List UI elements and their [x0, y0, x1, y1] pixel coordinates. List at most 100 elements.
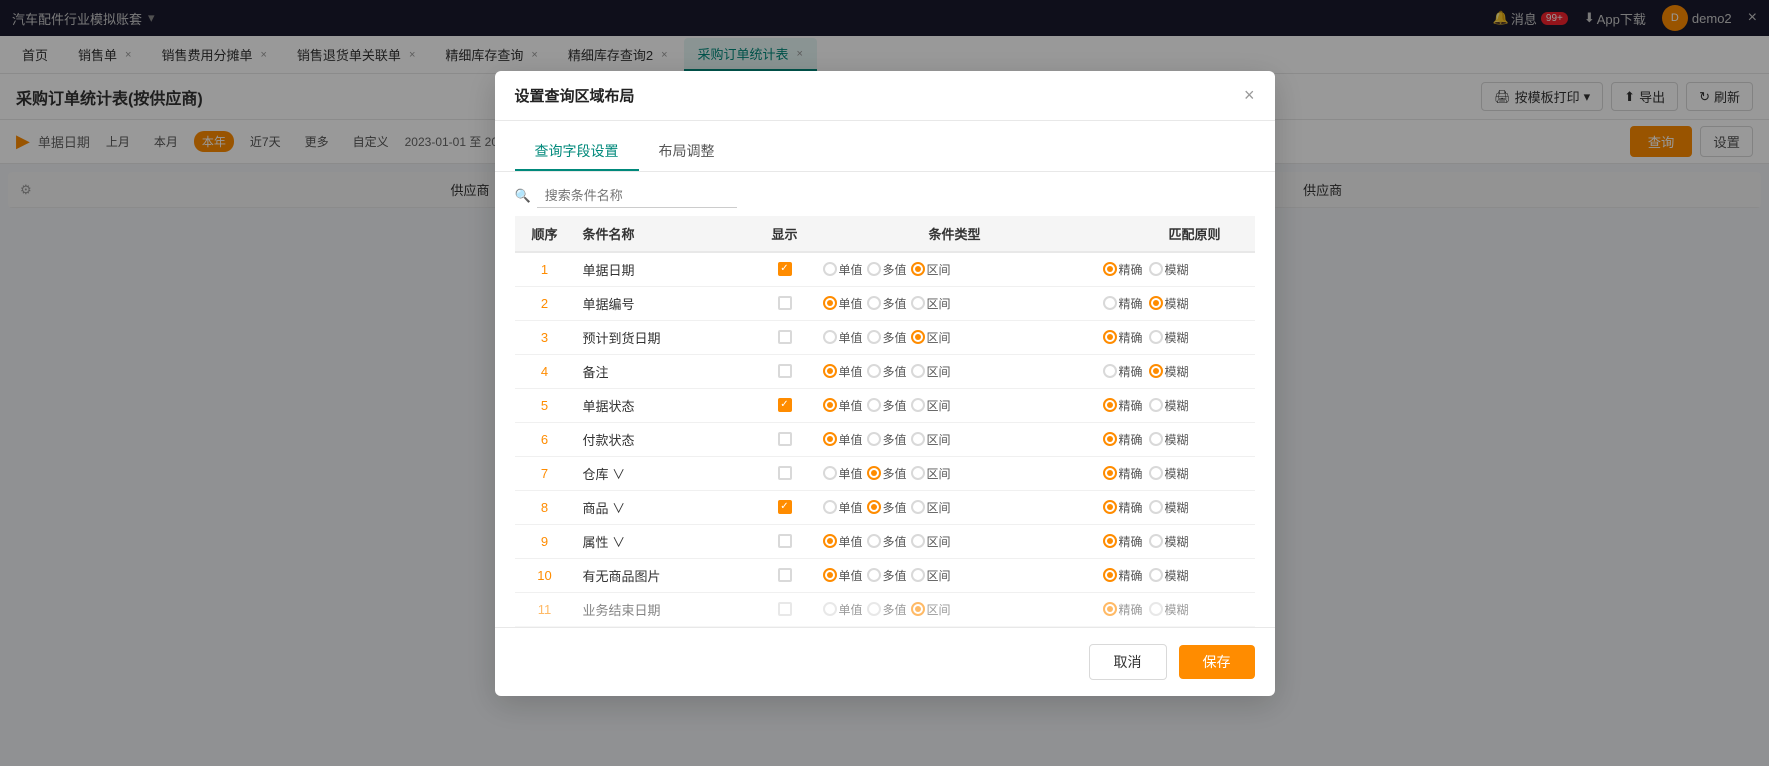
match-exact[interactable]: 精确 — [1103, 499, 1143, 516]
match-fuzzy[interactable]: 模糊 — [1149, 431, 1189, 448]
match-exact[interactable]: 精确 — [1103, 363, 1143, 380]
type-single[interactable]: 单值 — [823, 601, 863, 618]
table-row: 1 单据日期 单值 多值 区间 精确 — [515, 253, 1255, 287]
type-single[interactable]: 单值 — [823, 533, 863, 550]
type-single[interactable]: 单值 — [823, 465, 863, 482]
type-multi[interactable]: 多值 — [867, 431, 907, 448]
display-checkbox[interactable] — [778, 398, 792, 412]
radio-multi-icon — [867, 398, 881, 412]
tab-layout-adjust[interactable]: 布局调整 — [639, 133, 735, 171]
display-checkbox[interactable] — [778, 364, 792, 378]
type-range[interactable]: 区间 — [911, 533, 951, 550]
match-exact[interactable]: 精确 — [1103, 567, 1143, 584]
row-type: 单值 多值 区间 — [815, 329, 1095, 346]
match-exact[interactable]: 精确 — [1103, 295, 1143, 312]
radio-exact-icon — [1103, 466, 1117, 480]
row-match: 精确 模糊 — [1095, 533, 1255, 550]
radio-single-icon — [823, 296, 837, 310]
type-range[interactable]: 区间 — [911, 465, 951, 482]
match-exact[interactable]: 精确 — [1103, 601, 1143, 618]
match-fuzzy[interactable]: 模糊 — [1149, 533, 1189, 550]
type-range[interactable]: 区间 — [911, 329, 951, 346]
match-exact[interactable]: 精确 — [1103, 261, 1143, 278]
match-exact[interactable]: 精确 — [1103, 533, 1143, 550]
type-multi[interactable]: 多值 — [867, 363, 907, 380]
radio-fuzzy-icon — [1149, 534, 1163, 548]
display-checkbox[interactable] — [778, 534, 792, 548]
match-exact[interactable]: 精确 — [1103, 465, 1143, 482]
match-exact[interactable]: 精确 — [1103, 329, 1143, 346]
row-display — [755, 534, 815, 548]
table-row: 9 属性 ∨ 单值 多值 区间 精确 — [515, 525, 1255, 559]
display-checkbox[interactable] — [778, 568, 792, 582]
tab-query-fields[interactable]: 查询字段设置 — [515, 133, 639, 171]
type-single[interactable]: 单值 — [823, 261, 863, 278]
match-fuzzy[interactable]: 模糊 — [1149, 499, 1189, 516]
type-range[interactable]: 区间 — [911, 567, 951, 584]
type-multi[interactable]: 多值 — [867, 261, 907, 278]
row-match: 精确 模糊 — [1095, 465, 1255, 482]
match-fuzzy[interactable]: 模糊 — [1149, 363, 1189, 380]
display-checkbox[interactable] — [778, 466, 792, 480]
type-range[interactable]: 区间 — [911, 431, 951, 448]
row-type: 单值 多值 区间 — [815, 295, 1095, 312]
type-multi[interactable]: 多值 — [867, 567, 907, 584]
radio-fuzzy-icon — [1149, 364, 1163, 378]
type-single[interactable]: 单值 — [823, 363, 863, 380]
row-match: 精确 模糊 — [1095, 329, 1255, 346]
type-range[interactable]: 区间 — [911, 499, 951, 516]
type-single[interactable]: 单值 — [823, 567, 863, 584]
row-name: 业务结束日期 — [575, 600, 755, 619]
display-checkbox[interactable] — [778, 262, 792, 276]
dialog-title: 设置查询区域布局 — [515, 85, 635, 106]
cancel-button[interactable]: 取消 — [1089, 644, 1167, 680]
type-range[interactable]: 区间 — [911, 601, 951, 618]
match-exact[interactable]: 精确 — [1103, 397, 1143, 414]
type-single[interactable]: 单值 — [823, 431, 863, 448]
match-exact[interactable]: 精确 — [1103, 431, 1143, 448]
row-name: 预计到货日期 — [575, 328, 755, 347]
type-single[interactable]: 单值 — [823, 329, 863, 346]
display-checkbox[interactable] — [778, 432, 792, 446]
display-checkbox[interactable] — [778, 296, 792, 310]
radio-single-icon — [823, 602, 837, 616]
match-fuzzy[interactable]: 模糊 — [1149, 261, 1189, 278]
type-range[interactable]: 区间 — [911, 295, 951, 312]
table-row: 7 仓库 ∨ 单值 多值 区间 精确 — [515, 457, 1255, 491]
row-type: 单值 多值 区间 — [815, 363, 1095, 380]
row-type: 单值 多值 区间 — [815, 431, 1095, 448]
radio-multi-icon — [867, 500, 881, 514]
match-fuzzy[interactable]: 模糊 — [1149, 465, 1189, 482]
display-checkbox[interactable] — [778, 602, 792, 616]
match-fuzzy[interactable]: 模糊 — [1149, 329, 1189, 346]
type-multi[interactable]: 多值 — [867, 465, 907, 482]
radio-single-icon — [823, 364, 837, 378]
type-multi[interactable]: 多值 — [867, 499, 907, 516]
radio-fuzzy-icon — [1149, 296, 1163, 310]
type-single[interactable]: 单值 — [823, 499, 863, 516]
display-checkbox[interactable] — [778, 330, 792, 344]
match-fuzzy[interactable]: 模糊 — [1149, 295, 1189, 312]
radio-multi-icon — [867, 262, 881, 276]
type-single[interactable]: 单值 — [823, 295, 863, 312]
type-multi[interactable]: 多值 — [867, 295, 907, 312]
match-fuzzy[interactable]: 模糊 — [1149, 567, 1189, 584]
display-checkbox[interactable] — [778, 500, 792, 514]
type-range[interactable]: 区间 — [911, 261, 951, 278]
radio-range-icon — [911, 500, 925, 514]
type-single[interactable]: 单值 — [823, 397, 863, 414]
type-multi[interactable]: 多值 — [867, 397, 907, 414]
radio-single-icon — [823, 466, 837, 480]
dialog-close-icon[interactable]: × — [1244, 85, 1255, 106]
match-fuzzy[interactable]: 模糊 — [1149, 601, 1189, 618]
type-multi[interactable]: 多值 — [867, 533, 907, 550]
match-fuzzy[interactable]: 模糊 — [1149, 397, 1189, 414]
search-input[interactable] — [537, 184, 737, 208]
type-multi[interactable]: 多值 — [867, 329, 907, 346]
type-range[interactable]: 区间 — [911, 397, 951, 414]
type-range[interactable]: 区间 — [911, 363, 951, 380]
type-multi[interactable]: 多值 — [867, 601, 907, 618]
row-name: 单据编号 — [575, 294, 755, 313]
save-button[interactable]: 保存 — [1179, 645, 1255, 679]
row-display — [755, 602, 815, 616]
